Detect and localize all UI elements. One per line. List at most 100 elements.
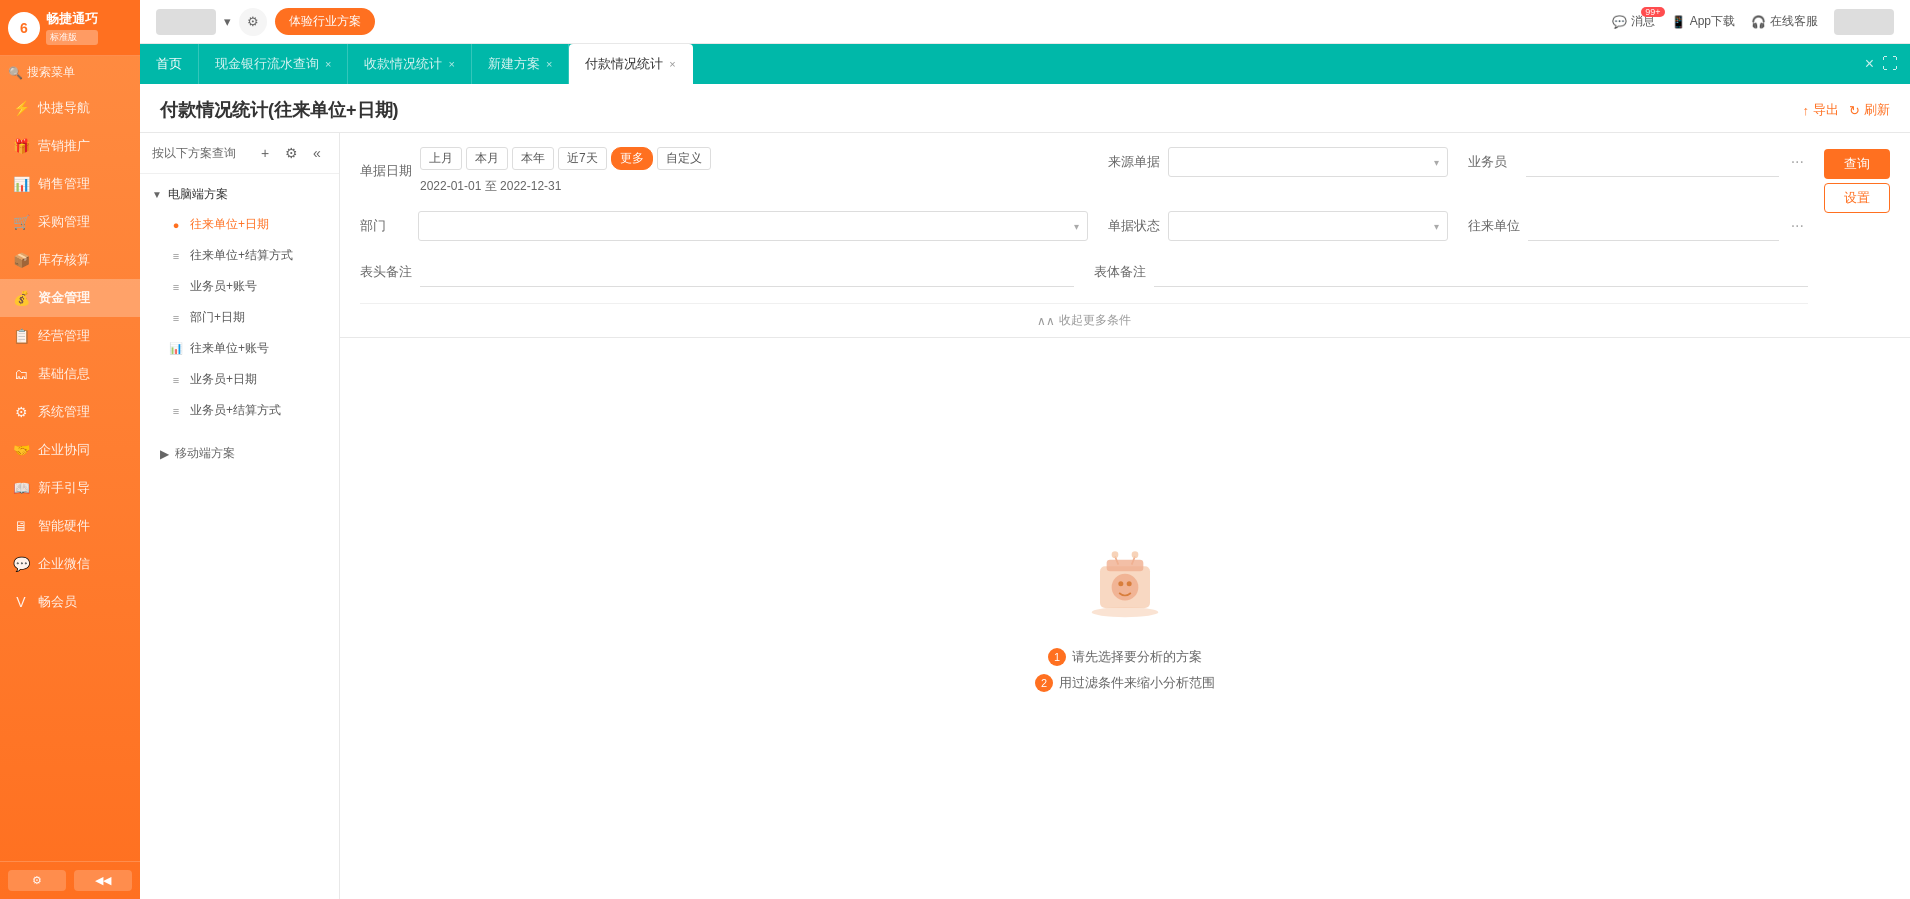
sidebar-item-label: 智能硬件 bbox=[38, 517, 90, 535]
date-range-wrapper: 2022-01-01 至 2022-12-31 bbox=[420, 178, 856, 195]
scheme-icon: ≡ bbox=[168, 403, 184, 419]
body-note-input[interactable] bbox=[1154, 257, 1808, 287]
app-download-label: App下载 bbox=[1690, 13, 1735, 30]
scheme-icon: ≡ bbox=[168, 248, 184, 264]
date-more[interactable]: 更多 bbox=[611, 147, 653, 170]
date-this-month[interactable]: 本月 bbox=[466, 147, 508, 170]
topbar-settings-button[interactable]: ⚙ bbox=[239, 8, 267, 36]
tab-payments-close[interactable]: × bbox=[669, 58, 675, 70]
scheme-item-dept-date[interactable]: ≡ 部门+日期 bbox=[140, 302, 339, 333]
scheme-add-button[interactable]: + bbox=[255, 143, 275, 163]
service-icon: 🎧 bbox=[1751, 15, 1766, 29]
app-download-button[interactable]: 📱 App下载 bbox=[1671, 13, 1735, 30]
scheme-item-partner-settle[interactable]: ≡ 往来单位+结算方式 bbox=[140, 240, 339, 271]
scheme-mobile-group: ▶ 移动端方案 bbox=[140, 432, 339, 475]
caigou-icon: 🛒 bbox=[12, 213, 30, 231]
chevron-up-icon: ∧∧ bbox=[1037, 314, 1055, 328]
docstatus-label: 单据状态 bbox=[1108, 217, 1160, 235]
date-this-year[interactable]: 本年 bbox=[512, 147, 554, 170]
tabs-actions: × ⛶ bbox=[1853, 55, 1910, 73]
dept-select[interactable]: ▾ bbox=[418, 211, 1088, 241]
tab-receipts-close[interactable]: × bbox=[448, 58, 454, 70]
sidebar-item-jingying[interactable]: 📋 经营管理 bbox=[0, 317, 140, 355]
scheme-mobile-header[interactable]: ▶ 移动端方案 bbox=[140, 438, 339, 469]
user-avatar[interactable] bbox=[1834, 9, 1894, 35]
main-body: 按以下方案查询 + ⚙ « ▼ 电脑端方案 ● 往来单位+日期 bbox=[140, 133, 1910, 899]
partner-input[interactable] bbox=[1528, 211, 1779, 241]
tab-home-label: 首页 bbox=[156, 55, 182, 73]
sidebar-item-caigou[interactable]: 🛒 采购管理 bbox=[0, 203, 140, 241]
sidebar-item-jichu[interactable]: 🗂 基础信息 bbox=[0, 355, 140, 393]
tab-new-close[interactable]: × bbox=[546, 58, 552, 70]
scheme-panel-title: 按以下方案查询 bbox=[152, 145, 236, 162]
trial-button[interactable]: 体验行业方案 bbox=[275, 8, 375, 35]
source-select[interactable]: ▾ bbox=[1168, 147, 1448, 177]
tab-bank-close[interactable]: × bbox=[325, 58, 331, 70]
scheme-settings-button[interactable]: ⚙ bbox=[281, 143, 301, 163]
refresh-icon: ↻ bbox=[1849, 103, 1860, 118]
scheme-item-staff-date[interactable]: ≡ 业务员+日期 bbox=[140, 364, 339, 395]
sidebar-item-weixin[interactable]: 💬 企业微信 bbox=[0, 545, 140, 583]
sidebar-item-yingxiao[interactable]: 🎁 营销推广 bbox=[0, 127, 140, 165]
sidebar-item-xitong[interactable]: ⚙ 系统管理 bbox=[0, 393, 140, 431]
chart-icon: 📊 bbox=[168, 341, 184, 357]
filter-settings-button[interactable]: 设置 bbox=[1824, 183, 1890, 213]
filter-header-note-item: 表头备注 bbox=[360, 257, 1074, 287]
sidebar-item-zijin[interactable]: 💰 资金管理 bbox=[0, 279, 140, 317]
sidebar-item-xinshou[interactable]: 📖 新手引导 bbox=[0, 469, 140, 507]
topbar: ▾ ⚙ 体验行业方案 💬 消息 99+ 📱 App下载 🎧 在线客服 bbox=[140, 0, 1910, 44]
huiyuan-icon: V bbox=[12, 593, 30, 611]
scheme-item-staff-account[interactable]: ≡ 业务员+账号 bbox=[140, 271, 339, 302]
tab-bank[interactable]: 现金银行流水查询 × bbox=[199, 44, 348, 84]
tip-2-label: 用过滤条件来缩小分析范围 bbox=[1059, 674, 1215, 692]
docstatus-select[interactable]: ▾ bbox=[1168, 211, 1448, 241]
scheme-item-staff-settle[interactable]: ≡ 业务员+结算方式 bbox=[140, 395, 339, 426]
search-menu[interactable]: 🔍 搜索菜单 bbox=[0, 56, 140, 89]
tab-home[interactable]: 首页 bbox=[140, 44, 199, 84]
date-7days[interactable]: 近7天 bbox=[558, 147, 607, 170]
partner-more-button[interactable]: ··· bbox=[1787, 217, 1808, 235]
sidebar-item-kucun[interactable]: 📦 库存核算 bbox=[0, 241, 140, 279]
date-last-month[interactable]: 上月 bbox=[420, 147, 462, 170]
tab-payments[interactable]: 付款情况统计 × bbox=[569, 44, 692, 84]
header-note-input[interactable] bbox=[420, 257, 1074, 287]
export-button[interactable]: ↑ 导出 bbox=[1803, 101, 1840, 119]
sidebar-item-qiye[interactable]: 🤝 企业协同 bbox=[0, 431, 140, 469]
scheme-item-partner-date[interactable]: ● 往来单位+日期 bbox=[140, 209, 339, 240]
tab-receipts[interactable]: 收款情况统计 × bbox=[348, 44, 471, 84]
window-close-button[interactable]: × bbox=[1865, 55, 1874, 73]
sidebar-item-xiaoshou[interactable]: 📊 销售管理 bbox=[0, 165, 140, 203]
query-button[interactable]: 查询 bbox=[1824, 149, 1890, 179]
sidebar-logo: 6 畅捷通巧 标准版 bbox=[0, 0, 140, 56]
tab-receipts-label: 收款情况统计 bbox=[364, 55, 442, 73]
scheme-item-label: 业务员+账号 bbox=[190, 278, 257, 295]
chevron-down-icon: ▾ bbox=[1434, 221, 1439, 232]
scheme-item-label: 部门+日期 bbox=[190, 309, 245, 326]
logo-text-group: 畅捷通巧 标准版 bbox=[46, 10, 98, 45]
tab-new[interactable]: 新建方案 × bbox=[472, 44, 569, 84]
sidebar-settings-button[interactable]: ⚙ bbox=[8, 870, 66, 891]
sidebar-item-label: 畅会员 bbox=[38, 593, 77, 611]
sidebar-nav: ⚡ 快捷导航 🎁 营销推广 📊 销售管理 🛒 采购管理 📦 库存核算 💰 资金管… bbox=[0, 89, 140, 861]
staff-input[interactable] bbox=[1526, 147, 1779, 177]
refresh-button[interactable]: ↻ 刷新 bbox=[1849, 101, 1890, 119]
content-body: 单据日期 上月 本月 本年 近7天 更多 自定义 2022-01-01 bbox=[340, 133, 1910, 899]
scheme-item-partner-account[interactable]: 📊 往来单位+账号 bbox=[140, 333, 339, 364]
main-area: ▾ ⚙ 体验行业方案 💬 消息 99+ 📱 App下载 🎧 在线客服 bbox=[140, 0, 1910, 899]
scheme-collapse-button[interactable]: « bbox=[307, 143, 327, 163]
date-custom[interactable]: 自定义 bbox=[657, 147, 711, 170]
tab-new-label: 新建方案 bbox=[488, 55, 540, 73]
scheme-desktop-header[interactable]: ▼ 电脑端方案 bbox=[140, 180, 339, 209]
window-expand-button[interactable]: ⛶ bbox=[1882, 55, 1898, 73]
company-dropdown[interactable]: ▾ bbox=[224, 14, 231, 29]
online-service-button[interactable]: 🎧 在线客服 bbox=[1751, 13, 1818, 30]
sidebar-item-zhineng[interactable]: 🖥 智能硬件 bbox=[0, 507, 140, 545]
notifications-button[interactable]: 💬 消息 99+ bbox=[1612, 13, 1655, 30]
sidebar-item-huiyuan[interactable]: V 畅会员 bbox=[0, 583, 140, 621]
sidebar-collapse-button[interactable]: ◀◀ bbox=[74, 870, 132, 891]
staff-more-button[interactable]: ··· bbox=[1787, 153, 1808, 171]
sidebar-item-kuaijie[interactable]: ⚡ 快捷导航 bbox=[0, 89, 140, 127]
filter-body-note-item: 表体备注 bbox=[1094, 257, 1808, 287]
collapse-bar[interactable]: ∧∧ 收起更多条件 bbox=[360, 303, 1808, 337]
scheme-panel-header: 按以下方案查询 + ⚙ « bbox=[140, 133, 339, 174]
